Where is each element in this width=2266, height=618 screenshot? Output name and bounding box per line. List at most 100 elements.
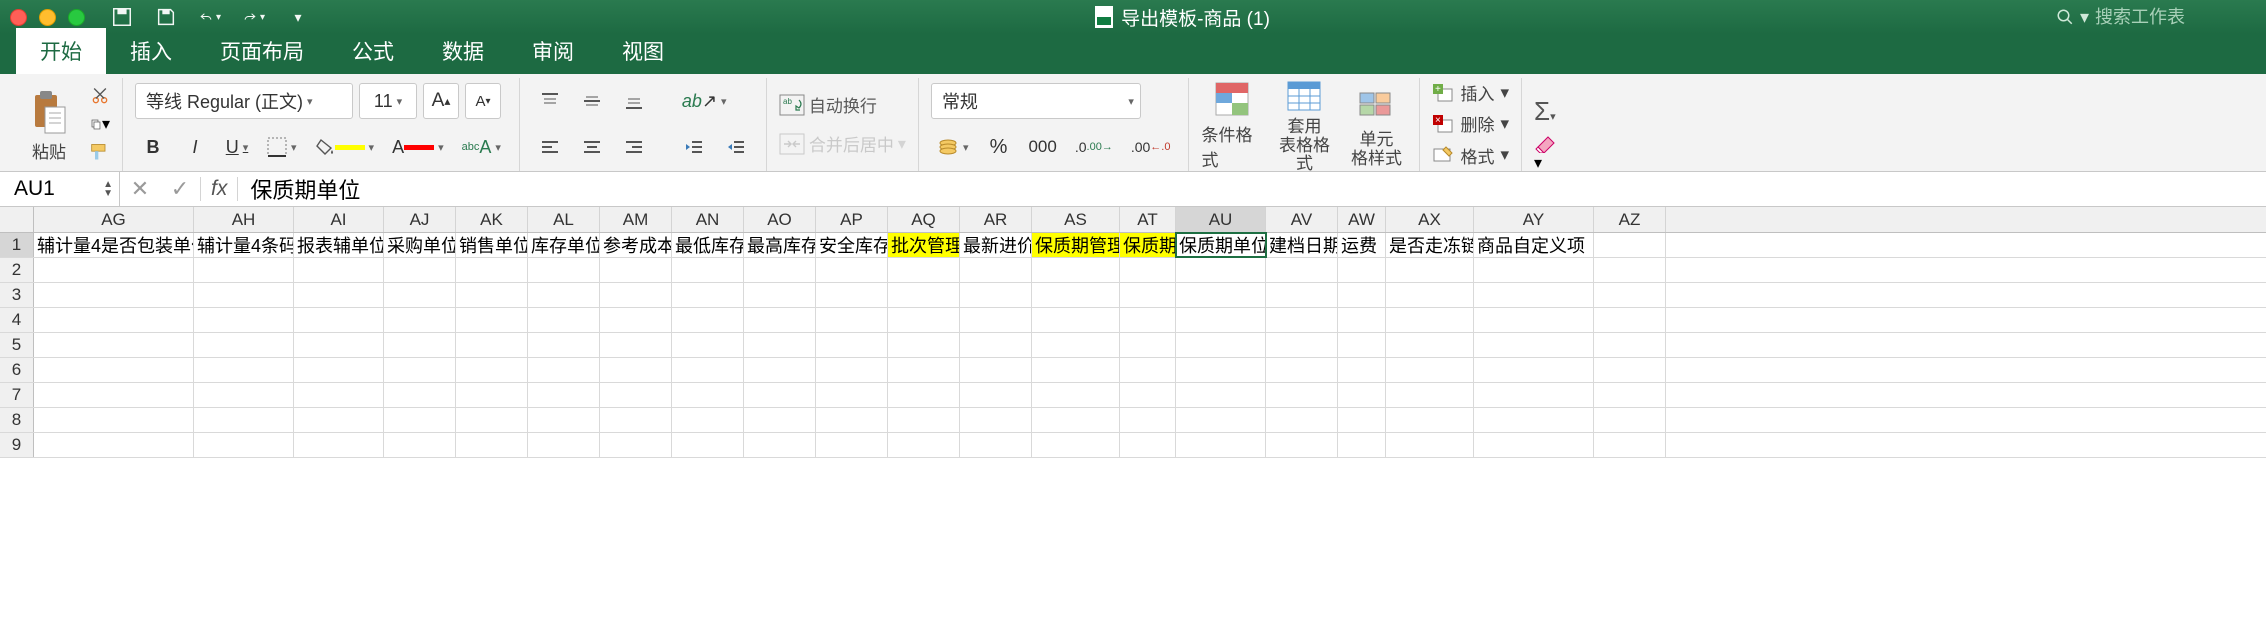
column-header-AP[interactable]: AP <box>816 207 888 232</box>
cell-AJ9[interactable] <box>384 433 456 457</box>
cell-AJ7[interactable] <box>384 383 456 407</box>
cell-AR5[interactable] <box>960 333 1032 357</box>
row-header-4[interactable]: 4 <box>0 308 34 332</box>
cell-AJ1[interactable]: 采购单位 <box>384 233 456 257</box>
cell-AO6[interactable] <box>744 358 816 382</box>
cell-AK2[interactable] <box>456 258 528 282</box>
cell-AZ3[interactable] <box>1594 283 1666 307</box>
cell-AS4[interactable] <box>1032 308 1120 332</box>
column-header-AI[interactable]: AI <box>294 207 384 232</box>
cell-AQ9[interactable] <box>888 433 960 457</box>
cell-AP3[interactable] <box>816 283 888 307</box>
cell-AP5[interactable] <box>816 333 888 357</box>
cell-AQ8[interactable] <box>888 408 960 432</box>
copy-icon[interactable]: ▾ <box>90 114 110 134</box>
tab-review[interactable]: 审阅 <box>508 28 598 74</box>
cell-AS7[interactable] <box>1032 383 1120 407</box>
cell-AL4[interactable] <box>528 308 600 332</box>
cell-AP6[interactable] <box>816 358 888 382</box>
cell-AP7[interactable] <box>816 383 888 407</box>
font-name-select[interactable]: 等线 Regular (正文)▾ <box>135 83 353 119</box>
cell-AH8[interactable] <box>194 408 294 432</box>
cell-AT5[interactable] <box>1120 333 1176 357</box>
increase-font-button[interactable]: A▴ <box>423 83 459 119</box>
orientation-button[interactable]: ab↗▾ <box>676 83 733 119</box>
cell-AO1[interactable]: 最高库存 <box>744 233 816 257</box>
cell-AK6[interactable] <box>456 358 528 382</box>
cell-AK8[interactable] <box>456 408 528 432</box>
cell-AT9[interactable] <box>1120 433 1176 457</box>
cell-AQ5[interactable] <box>888 333 960 357</box>
cell-AO3[interactable] <box>744 283 816 307</box>
cell-AR3[interactable] <box>960 283 1032 307</box>
cell-AN5[interactable] <box>672 333 744 357</box>
cell-AY6[interactable] <box>1474 358 1594 382</box>
cell-AM3[interactable] <box>600 283 672 307</box>
cell-AU1[interactable]: 保质期单位 <box>1176 233 1266 257</box>
cell-AS3[interactable] <box>1032 283 1120 307</box>
cell-AJ2[interactable] <box>384 258 456 282</box>
cell-AW6[interactable] <box>1338 358 1386 382</box>
cell-AG5[interactable] <box>34 333 194 357</box>
format-as-table-button[interactable]: 套用 表格格式 <box>1273 80 1335 170</box>
tab-formulas[interactable]: 公式 <box>328 28 418 74</box>
currency-button[interactable]: ▾ <box>931 129 975 165</box>
cell-AT4[interactable] <box>1120 308 1176 332</box>
cell-AY8[interactable] <box>1474 408 1594 432</box>
cell-AR8[interactable] <box>960 408 1032 432</box>
cell-AG8[interactable] <box>34 408 194 432</box>
column-header-AG[interactable]: AG <box>34 207 194 232</box>
cell-AL5[interactable] <box>528 333 600 357</box>
tab-data[interactable]: 数据 <box>418 28 508 74</box>
format-cells-button[interactable]: 格式▾ <box>1432 143 1509 168</box>
minimize-window-button[interactable] <box>39 9 56 26</box>
row-header-5[interactable]: 5 <box>0 333 34 357</box>
cell-AX4[interactable] <box>1386 308 1474 332</box>
cell-AP8[interactable] <box>816 408 888 432</box>
cell-AU5[interactable] <box>1176 333 1266 357</box>
cell-AM4[interactable] <box>600 308 672 332</box>
tab-page-layout[interactable]: 页面布局 <box>196 28 328 74</box>
cell-AN3[interactable] <box>672 283 744 307</box>
name-box[interactable]: AU1 ▲▼ <box>0 172 120 206</box>
column-header-AJ[interactable]: AJ <box>384 207 456 232</box>
cell-AN4[interactable] <box>672 308 744 332</box>
column-header-AQ[interactable]: AQ <box>888 207 960 232</box>
cell-AP4[interactable] <box>816 308 888 332</box>
cell-AW2[interactable] <box>1338 258 1386 282</box>
cell-AU7[interactable] <box>1176 383 1266 407</box>
cell-AL3[interactable] <box>528 283 600 307</box>
increase-indent-button[interactable] <box>718 129 754 165</box>
cell-AP1[interactable]: 安全库存 <box>816 233 888 257</box>
cell-AH7[interactable] <box>194 383 294 407</box>
cell-AG3[interactable] <box>34 283 194 307</box>
cell-AH4[interactable] <box>194 308 294 332</box>
search-box[interactable]: ▾ <box>2056 7 2256 28</box>
cell-AR7[interactable] <box>960 383 1032 407</box>
column-header-AW[interactable]: AW <box>1338 207 1386 232</box>
column-header-AT[interactable]: AT <box>1120 207 1176 232</box>
cell-AS8[interactable] <box>1032 408 1120 432</box>
cell-AX7[interactable] <box>1386 383 1474 407</box>
cell-AP2[interactable] <box>816 258 888 282</box>
phonetic-button[interactable]: abcA▾ <box>456 129 507 165</box>
formula-confirm-button[interactable]: ✓ <box>160 176 200 202</box>
row-header-3[interactable]: 3 <box>0 283 34 307</box>
cell-AJ8[interactable] <box>384 408 456 432</box>
cell-AQ7[interactable] <box>888 383 960 407</box>
wrap-text-button[interactable]: ab 自动换行 <box>779 92 906 117</box>
redo-icon[interactable]: ▾ <box>243 6 265 28</box>
cell-AW4[interactable] <box>1338 308 1386 332</box>
cell-AV5[interactable] <box>1266 333 1338 357</box>
cell-AG6[interactable] <box>34 358 194 382</box>
cell-AU9[interactable] <box>1176 433 1266 457</box>
row-header-8[interactable]: 8 <box>0 408 34 432</box>
cell-AZ6[interactable] <box>1594 358 1666 382</box>
cell-AJ6[interactable] <box>384 358 456 382</box>
spreadsheet-grid[interactable]: AGAHAIAJAKALAMANAOAPAQARASATAUAVAWAXAYAZ… <box>0 207 2266 458</box>
cell-AH6[interactable] <box>194 358 294 382</box>
column-header-AU[interactable]: AU <box>1176 207 1266 232</box>
cell-AO2[interactable] <box>744 258 816 282</box>
insert-cells-button[interactable]: +插入▾ <box>1432 80 1509 105</box>
cell-AO4[interactable] <box>744 308 816 332</box>
